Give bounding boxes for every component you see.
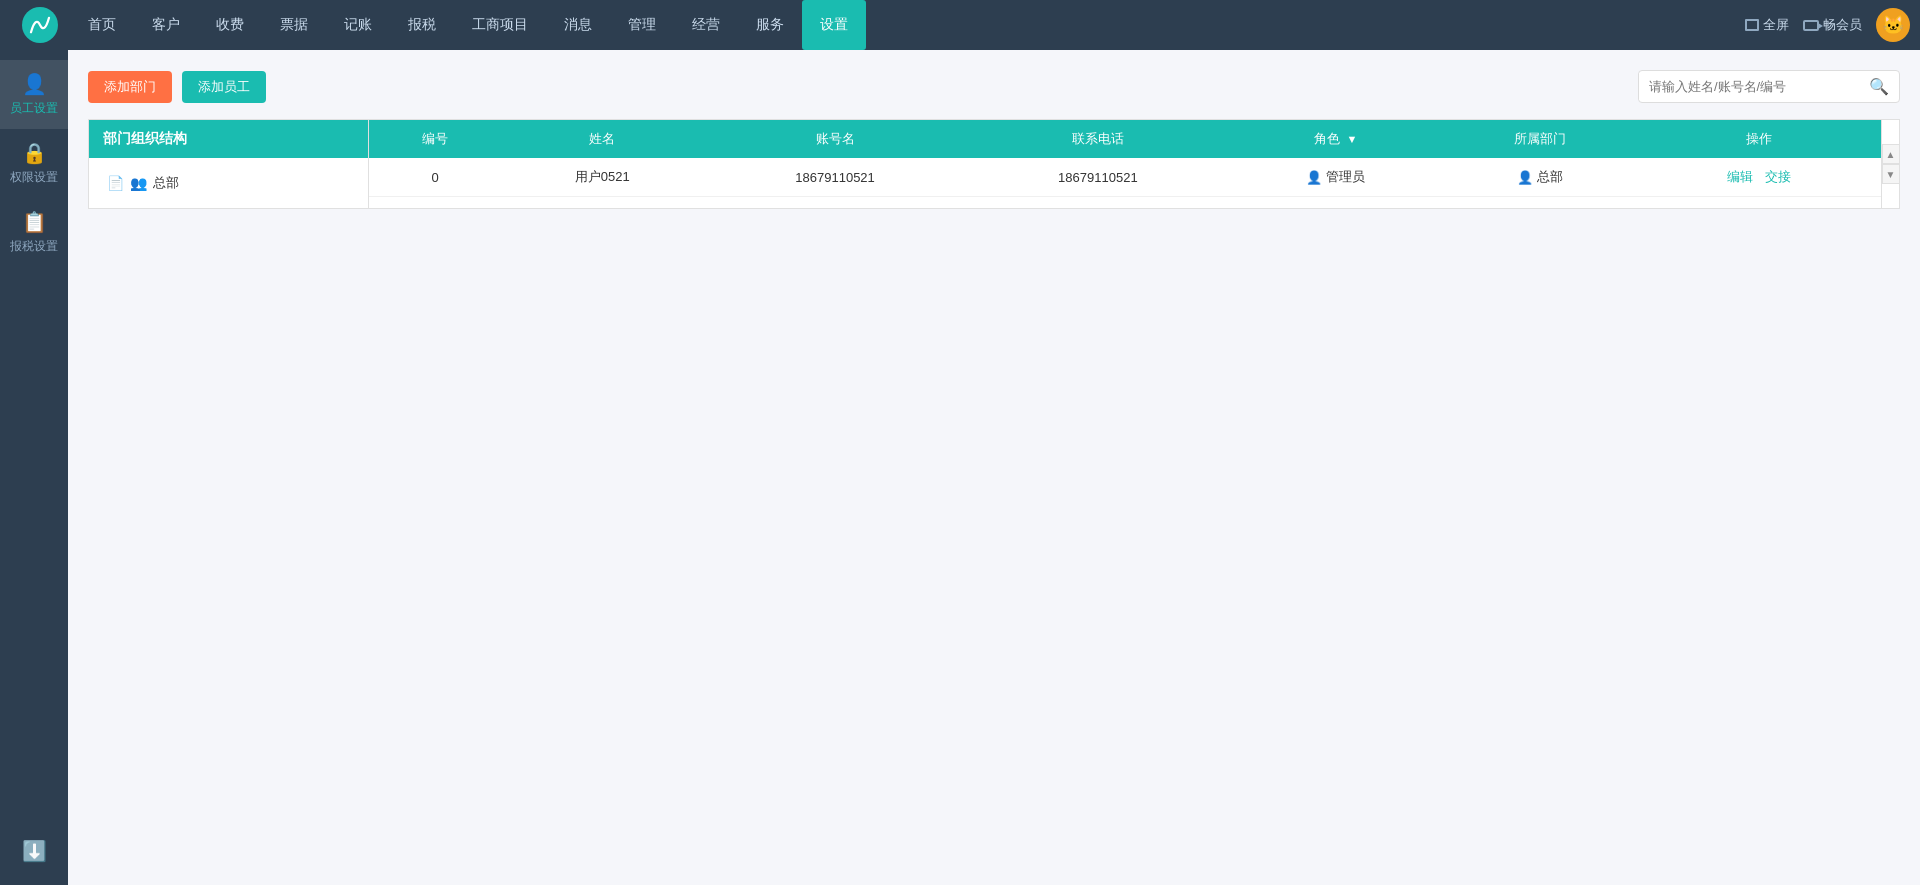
nav-item-message[interactable]: 消息 — [546, 0, 610, 50]
action-edit-link[interactable]: 编辑 — [1727, 169, 1753, 184]
sidebar-bottom: ⬇️ — [0, 827, 68, 885]
col-phone: 联系电话 — [966, 120, 1229, 158]
main-content: 添加部门 添加员工 🔍 部门组织结构 📄 👥 总部 — [68, 50, 1920, 885]
content-area: 部门组织结构 📄 👥 总部 编号 姓名 账号名 联系电话 — [88, 119, 1900, 209]
toolbar: 添加部门 添加员工 🔍 — [88, 70, 1900, 103]
add-emp-button[interactable]: 添加员工 — [182, 71, 266, 103]
nav-item-settings[interactable]: 设置 — [802, 0, 866, 50]
col-role[interactable]: 角色 ▼ — [1229, 120, 1442, 158]
scroll-up-button[interactable]: ▲ — [1882, 144, 1900, 164]
cell-actions: 编辑 交接 — [1637, 158, 1881, 197]
nav-item-fee[interactable]: 收费 — [198, 0, 262, 50]
scroll-down-button[interactable]: ▼ — [1882, 164, 1900, 184]
table-row: 0 用户0521 18679110521 18679110521 👤 管理员 👤… — [369, 158, 1881, 197]
role-label: 管理员 — [1326, 168, 1365, 186]
vip-label: 畅会员 — [1823, 16, 1862, 34]
col-dept: 所属部门 — [1442, 120, 1638, 158]
vip-button[interactable]: 畅会员 — [1803, 16, 1862, 34]
nav-item-tax[interactable]: 报税 — [390, 0, 454, 50]
download-icon: ⬇️ — [22, 839, 47, 863]
avatar[interactable]: 🐱 — [1876, 8, 1910, 42]
cell-dept: 👤 总部 — [1442, 158, 1638, 197]
sidebar-item-tax-settings[interactable]: 📋 报税设置 — [0, 198, 68, 267]
dept-user-icon: 👥 — [130, 175, 147, 191]
cell-phone: 18679110521 — [966, 158, 1229, 197]
search-icon: 🔍 — [1869, 78, 1889, 95]
dept-panel: 部门组织结构 📄 👥 总部 — [89, 120, 369, 208]
nav-item-accounting[interactable]: 记账 — [326, 0, 390, 50]
nav-right: 全屏 畅会员 🐱 — [1745, 8, 1910, 42]
dept-item-label: 总部 — [153, 174, 179, 192]
nav-item-service[interactable]: 服务 — [738, 0, 802, 50]
col-role-label: 角色 — [1314, 131, 1340, 146]
dept-panel-header: 部门组织结构 — [89, 120, 368, 158]
table-body: 0 用户0521 18679110521 18679110521 👤 管理员 👤… — [369, 158, 1881, 197]
employee-icon: 👤 — [22, 72, 47, 96]
role-user-icon: 👤 — [1306, 170, 1322, 185]
dept-user-icon: 👤 — [1517, 170, 1533, 185]
search-input[interactable] — [1639, 73, 1859, 100]
nav-item-manage[interactable]: 管理 — [610, 0, 674, 50]
nav-item-customer[interactable]: 客户 — [134, 0, 198, 50]
nav-item-home[interactable]: 首页 — [70, 0, 134, 50]
fullscreen-button[interactable]: 全屏 — [1745, 16, 1789, 34]
tax-settings-icon: 📋 — [22, 210, 47, 234]
cell-id: 0 — [369, 158, 501, 197]
file-icon: 📄 — [107, 175, 124, 191]
sidebar-item-download[interactable]: ⬇️ — [0, 827, 68, 875]
dept-item-general[interactable]: 📄 👥 总部 — [103, 168, 354, 198]
permission-icon: 🔒 — [22, 141, 47, 165]
dept-label: 总部 — [1537, 168, 1563, 186]
cell-name: 用户0521 — [501, 158, 704, 197]
nav-item-ticket[interactable]: 票据 — [262, 0, 326, 50]
sidebar-item-permission-label: 权限设置 — [10, 169, 58, 186]
search-button[interactable]: 🔍 — [1859, 71, 1899, 102]
nav-item-operation[interactable]: 经营 — [674, 0, 738, 50]
scroll-buttons: ▲ ▼ — [1881, 120, 1899, 208]
logo — [10, 7, 70, 43]
nav-items: 首页 客户 收费 票据 记账 报税 工商项目 消息 管理 经营 服务 设置 — [70, 0, 1745, 50]
search-box: 🔍 — [1638, 70, 1900, 103]
top-nav: 首页 客户 收费 票据 记账 报税 工商项目 消息 管理 经营 服务 设置 全屏… — [0, 0, 1920, 50]
table-panel: 编号 姓名 账号名 联系电话 角色 ▼ 所属部门 操作 0 — [369, 120, 1881, 208]
col-account: 账号名 — [704, 120, 967, 158]
cell-role: 👤 管理员 — [1229, 158, 1442, 197]
sidebar: 👤 员工设置 🔒 权限设置 📋 报税设置 ⬇️ — [0, 50, 68, 885]
table-header: 编号 姓名 账号名 联系电话 角色 ▼ 所属部门 操作 — [369, 120, 1881, 158]
dept-tree: 📄 👥 总部 — [89, 158, 368, 208]
sidebar-item-permission[interactable]: 🔒 权限设置 — [0, 129, 68, 198]
filter-icon: ▼ — [1346, 133, 1357, 145]
cell-account: 18679110521 — [704, 158, 967, 197]
nav-item-business[interactable]: 工商项目 — [454, 0, 546, 50]
fullscreen-label: 全屏 — [1763, 16, 1789, 34]
employee-table: 编号 姓名 账号名 联系电话 角色 ▼ 所属部门 操作 0 — [369, 120, 1881, 197]
col-name: 姓名 — [501, 120, 704, 158]
col-id: 编号 — [369, 120, 501, 158]
fullscreen-icon — [1745, 19, 1759, 31]
sidebar-item-employee-label: 员工设置 — [10, 100, 58, 117]
sidebar-item-employee[interactable]: 👤 员工设置 — [0, 60, 68, 129]
col-action: 操作 — [1637, 120, 1881, 158]
vip-icon — [1803, 20, 1819, 31]
sidebar-item-tax-label: 报税设置 — [10, 238, 58, 255]
add-dept-button[interactable]: 添加部门 — [88, 71, 172, 103]
action-handover-link[interactable]: 交接 — [1765, 169, 1791, 184]
